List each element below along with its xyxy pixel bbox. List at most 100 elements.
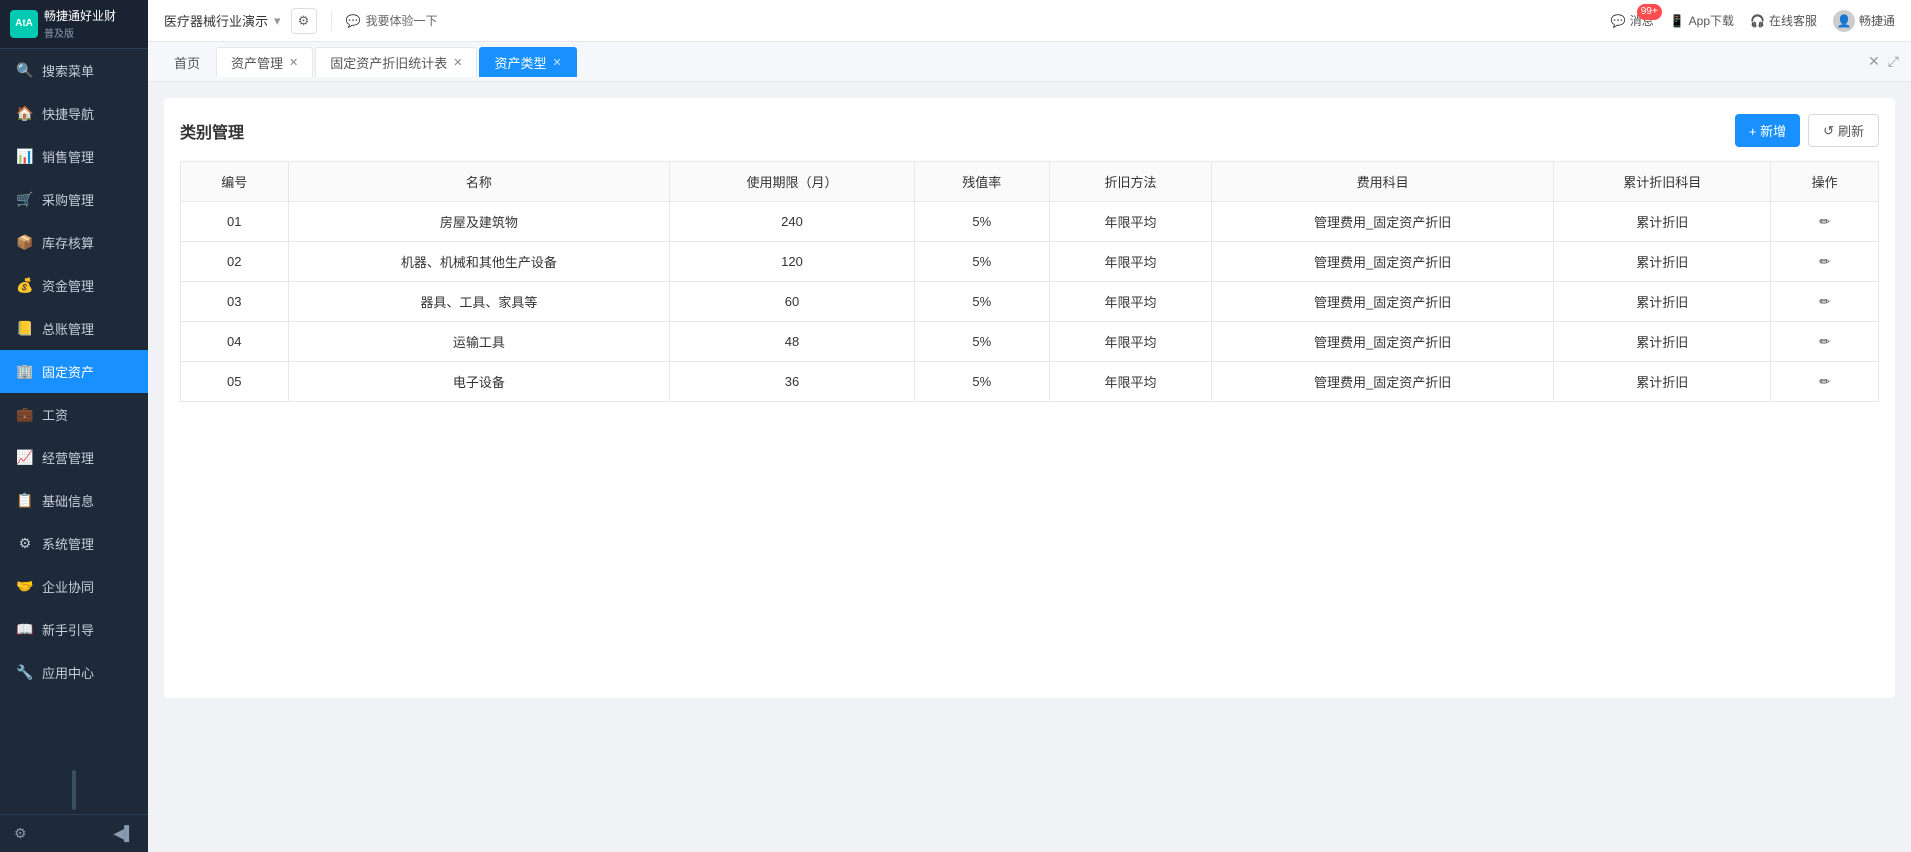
td-residual: 5% (914, 322, 1049, 362)
new-button[interactable]: + 新增 (1735, 114, 1800, 147)
app-download-button[interactable]: 📱 App下载 (1670, 12, 1734, 29)
messages-button[interactable]: 💬 消息 99 (1611, 12, 1654, 29)
sidebar-icon-basic-info: 📋 (16, 492, 34, 509)
td-edit-button[interactable]: ✏ (1771, 282, 1879, 322)
td-residual: 5% (914, 362, 1049, 402)
td-code: 01 (181, 202, 289, 242)
sidebar-footer: ⚙ ◀▌ (0, 814, 148, 852)
window-controls: ✕ ⤢ (1868, 53, 1899, 70)
td-name: 运输工具 (288, 322, 670, 362)
close-window-icon[interactable]: ✕ (1868, 53, 1880, 70)
td-edit-button[interactable]: ✏ (1771, 362, 1879, 402)
td-residual: 5% (914, 282, 1049, 322)
sidebar-item-search[interactable]: 🔍 搜索菜单 (0, 49, 148, 92)
settings-icon[interactable]: ⚙ (14, 825, 27, 842)
sidebar-item-purchase[interactable]: 🛒 采购管理 (0, 178, 148, 221)
sidebar-icon-inventory: 📦 (16, 234, 34, 251)
category-header: 类别管理 + 新增 ↺ 刷新 (180, 114, 1879, 147)
topbar-gear-button[interactable]: ⚙ (291, 8, 317, 34)
td-method: 年限平均 (1049, 322, 1211, 362)
sidebar-icon-enterprise: 🤝 (16, 578, 34, 595)
user-name-label: 畅捷通 (1859, 12, 1895, 29)
td-period: 60 (670, 282, 915, 322)
sidebar-icon-system: ⚙ (16, 535, 34, 552)
td-edit-button[interactable]: ✏ (1771, 242, 1879, 282)
td-period: 48 (670, 322, 915, 362)
tab-asset-mgmt-close[interactable]: ✕ (289, 56, 298, 69)
user-avatar: 👤 (1833, 10, 1855, 32)
sidebar-icon-operations: 📈 (16, 449, 34, 466)
sidebar-label-payroll: 工资 (42, 405, 68, 424)
user-button[interactable]: 👤 畅捷通 (1833, 10, 1895, 32)
sidebar-label-fixed-assets: 固定资产 (42, 362, 94, 381)
td-subject: 管理费用_固定资产折旧 (1212, 242, 1554, 282)
td-edit-button[interactable]: ✏ (1771, 322, 1879, 362)
table-col-header: 使用期限（月） (670, 162, 915, 202)
td-period: 120 (670, 242, 915, 282)
collapse-icon[interactable]: ◀▌ (113, 825, 134, 842)
td-residual: 5% (914, 242, 1049, 282)
td-code: 04 (181, 322, 289, 362)
sidebar-item-enterprise[interactable]: 🤝 企业协同 (0, 565, 148, 608)
table-col-header: 操作 (1771, 162, 1879, 202)
sidebar-item-sales[interactable]: 📊 销售管理 (0, 135, 148, 178)
customer-service-label: 在线客服 (1769, 12, 1817, 29)
sidebar-item-payroll[interactable]: 💼 工资 (0, 393, 148, 436)
sidebar-label-operations: 经营管理 (42, 448, 94, 467)
refresh-icon: ↺ (1823, 123, 1834, 139)
topbar-title[interactable]: 医疗器械行业演示 ▾ (164, 11, 281, 30)
table-row: 04 运输工具 48 5% 年限平均 管理费用_固定资产折旧 累计折旧 ✏ (181, 322, 1879, 362)
page-title: 类别管理 (180, 119, 244, 143)
tab-fixed-depreciation[interactable]: 固定资产折旧统计表 ✕ (315, 47, 477, 77)
td-accum: 累计折旧 (1554, 282, 1771, 322)
headset-icon: 🎧 (1750, 14, 1765, 28)
td-name: 房屋及建筑物 (288, 202, 670, 242)
app-logo-text: 畅捷通好业财 普及版 (44, 8, 116, 40)
tab-asset-mgmt-label: 资产管理 (231, 53, 283, 72)
sidebar-item-inventory[interactable]: 📦 库存核算 (0, 221, 148, 264)
maximize-window-icon[interactable]: ⤢ (1888, 53, 1899, 70)
table-col-header: 编号 (181, 162, 289, 202)
app-logo-icon: AtA (10, 10, 38, 38)
header-actions: + 新增 ↺ 刷新 (1735, 114, 1879, 147)
td-name: 机器、机械和其他生产设备 (288, 242, 670, 282)
table-header: 编号名称使用期限（月）残值率折旧方法费用科目累计折旧科目操作 (181, 162, 1879, 202)
sidebar-item-operations[interactable]: 📈 经营管理 (0, 436, 148, 479)
sidebar-item-guide[interactable]: 📖 新手引导 (0, 608, 148, 651)
td-code: 02 (181, 242, 289, 282)
messages-badge: 99 (1637, 4, 1662, 20)
table-col-header: 名称 (288, 162, 670, 202)
td-code: 05 (181, 362, 289, 402)
sidebar-item-app-center[interactable]: 🔧 应用中心 (0, 651, 148, 694)
tab-asset-mgmt[interactable]: 资产管理 ✕ (216, 47, 313, 77)
category-page: 类别管理 + 新增 ↺ 刷新 编号名称使用期限（月）残值率折旧方法费用科目累计折… (164, 98, 1895, 698)
td-period: 36 (670, 362, 915, 402)
tab-asset-type-close[interactable]: ✕ (553, 56, 562, 69)
tab-fixed-depreciation-close[interactable]: ✕ (453, 56, 462, 69)
customer-service-button[interactable]: 🎧 在线客服 (1750, 12, 1817, 29)
data-table: 编号名称使用期限（月）残值率折旧方法费用科目累计折旧科目操作 01 房屋及建筑物… (180, 161, 1879, 402)
sidebar-item-basic-info[interactable]: 📋 基础信息 (0, 479, 148, 522)
refresh-button[interactable]: ↺ 刷新 (1808, 114, 1879, 147)
table-row: 03 器具、工具、家具等 60 5% 年限平均 管理费用_固定资产折旧 累计折旧… (181, 282, 1879, 322)
tab-asset-type[interactable]: 资产类型 ✕ (479, 47, 576, 77)
sidebar-item-fixed-assets[interactable]: 🏢 固定资产 (0, 350, 148, 393)
sidebar-icon-sales: 📊 (16, 148, 34, 165)
table-col-header: 费用科目 (1212, 162, 1554, 202)
td-name: 器具、工具、家具等 (288, 282, 670, 322)
table-body: 01 房屋及建筑物 240 5% 年限平均 管理费用_固定资产折旧 累计折旧 ✏… (181, 202, 1879, 402)
td-edit-button[interactable]: ✏ (1771, 202, 1879, 242)
sidebar-item-quick-nav[interactable]: 🏠 快捷导航 (0, 92, 148, 135)
tab-home[interactable]: 首页 (160, 47, 214, 77)
mobile-icon: 📱 (1670, 14, 1685, 28)
sidebar-item-system[interactable]: ⚙ 系统管理 (0, 522, 148, 565)
experience-button[interactable]: 💬 我要体验一下 (346, 12, 438, 29)
sidebar-item-general-ledger[interactable]: 📒 总账管理 (0, 307, 148, 350)
sidebar-item-funds[interactable]: 💰 资金管理 (0, 264, 148, 307)
tabbar: 首页 资产管理 ✕ 固定资产折旧统计表 ✕ 资产类型 ✕ ✕ ⤢ (148, 42, 1911, 82)
sidebar-label-funds: 资金管理 (42, 276, 94, 295)
sidebar: AtA 畅捷通好业财 普及版 🔍 搜索菜单 🏠 快捷导航 📊 销售管理 🛒 采购… (0, 0, 148, 852)
td-accum: 累计折旧 (1554, 242, 1771, 282)
company-name: 医疗器械行业演示 (164, 11, 268, 30)
experience-text: 我要体验一下 (366, 12, 438, 29)
